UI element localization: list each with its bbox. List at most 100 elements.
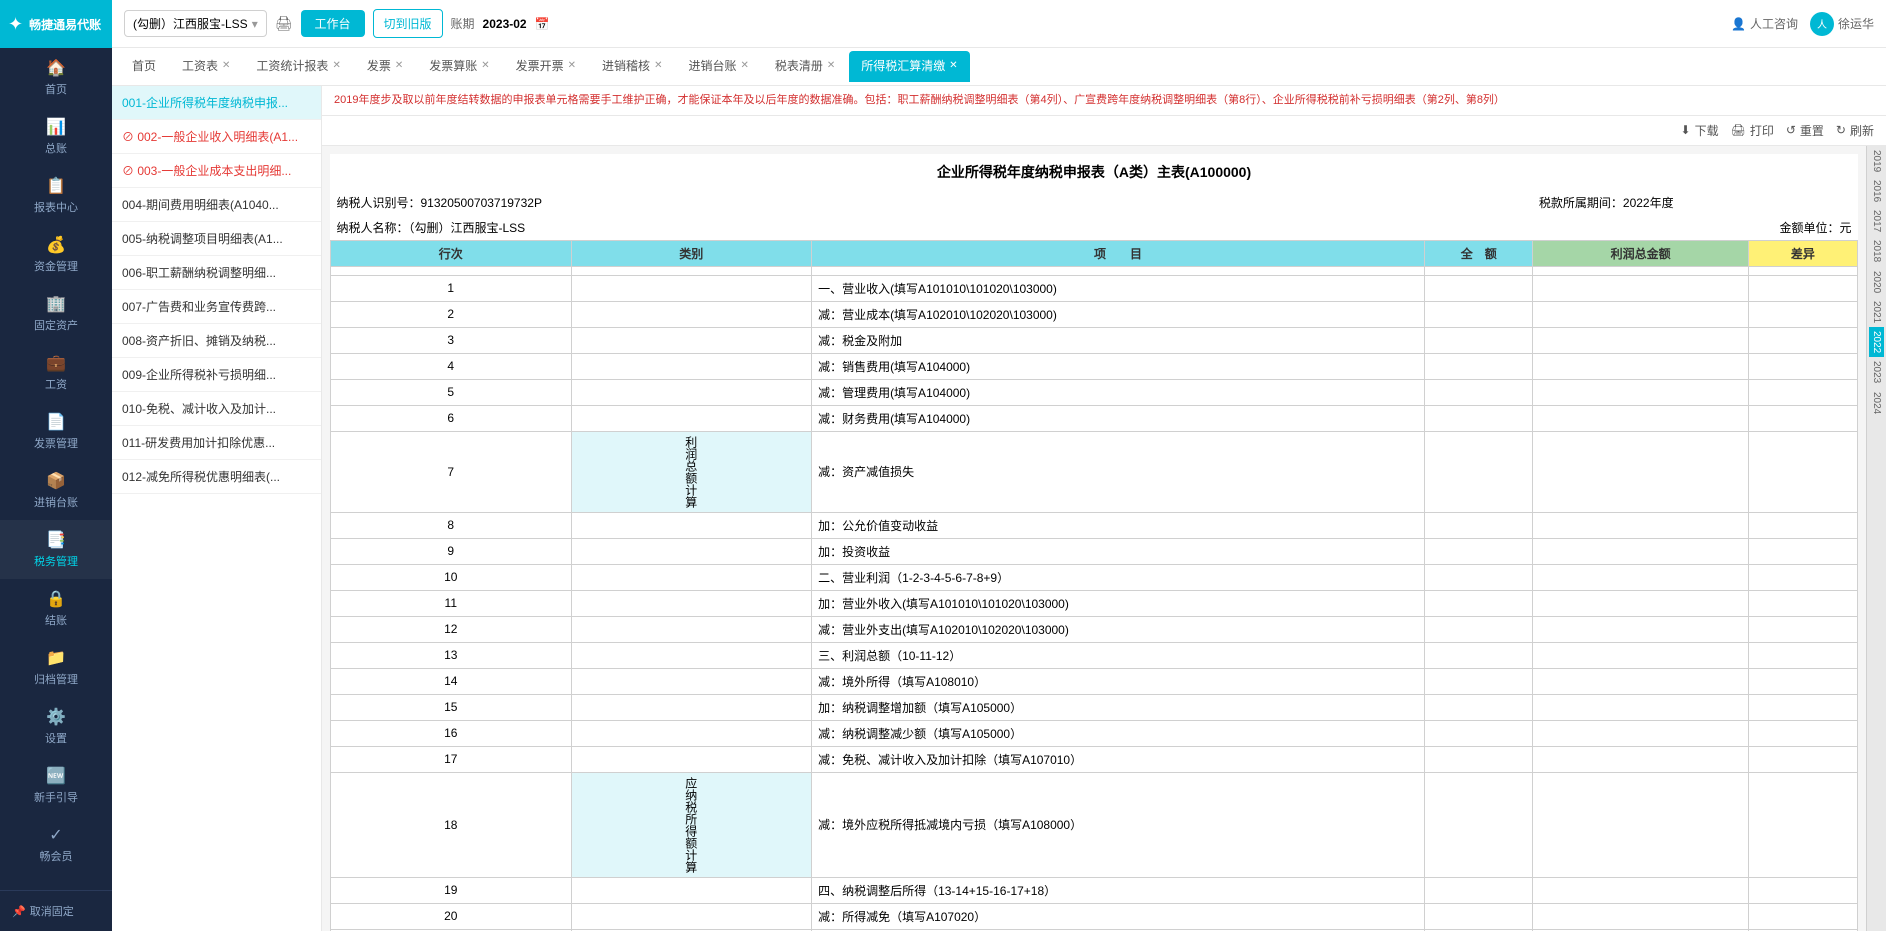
- user-service[interactable]: 👤 人工咨询: [1731, 15, 1798, 32]
- diff-5[interactable]: [1748, 379, 1857, 405]
- sidebar-item-settings[interactable]: ⚙️设置: [0, 697, 112, 756]
- tab-close-9[interactable]: ✕: [949, 60, 957, 71]
- tab-2[interactable]: 工资统计报表✕: [244, 51, 352, 82]
- tab-close-4[interactable]: ✕: [481, 60, 489, 71]
- diff-11[interactable]: [1748, 590, 1857, 616]
- profit-13[interactable]: [1533, 642, 1748, 668]
- profit-5[interactable]: [1533, 379, 1748, 405]
- left-panel-item-004[interactable]: 004-期间费用明细表(A1040...: [112, 188, 321, 222]
- amount-1[interactable]: [1424, 275, 1532, 301]
- sidebar-item-report[interactable]: 📋报表中心: [0, 166, 112, 225]
- amount-9[interactable]: [1424, 538, 1532, 564]
- amount-17[interactable]: [1424, 746, 1532, 772]
- amount-3[interactable]: [1424, 327, 1532, 353]
- profit-14[interactable]: [1533, 668, 1748, 694]
- sidebar-footer[interactable]: 📌 取消固定: [0, 890, 112, 931]
- sidebar-item-home[interactable]: 🏠首页: [0, 48, 112, 107]
- profit-4[interactable]: [1533, 353, 1748, 379]
- left-panel-item-007[interactable]: 007-广告费和业务宣传费跨...: [112, 290, 321, 324]
- year-2017[interactable]: 2017: [1869, 206, 1884, 236]
- profit-3[interactable]: [1533, 327, 1748, 353]
- diff-14[interactable]: [1748, 668, 1857, 694]
- left-panel-item-009[interactable]: 009-企业所得税补亏损明细...: [112, 358, 321, 392]
- profit-16[interactable]: [1533, 720, 1748, 746]
- diff-12[interactable]: [1748, 616, 1857, 642]
- left-panel-item-003[interactable]: ⊘ 003-一般企业成本支出明细...: [112, 154, 321, 188]
- year-2021[interactable]: 2021: [1869, 297, 1884, 327]
- sidebar-item-invoice[interactable]: 📄发票管理: [0, 402, 112, 461]
- profit-6[interactable]: [1533, 405, 1748, 431]
- tab-8[interactable]: 税表清册✕: [763, 51, 847, 82]
- diff-0[interactable]: [1748, 266, 1857, 275]
- sidebar-item-guide[interactable]: 🆕新手引导: [0, 756, 112, 815]
- left-panel-item-011[interactable]: 011-研发费用加计扣除优惠...: [112, 426, 321, 460]
- profit-9[interactable]: [1533, 538, 1748, 564]
- company-selector[interactable]: (勾删）江西服宝-LSS ▾: [124, 10, 267, 37]
- tab-0[interactable]: 首页: [120, 51, 168, 82]
- print-icon[interactable]: 🖨: [275, 15, 293, 32]
- reset-button[interactable]: ↺ 重置: [1786, 122, 1824, 139]
- download-button[interactable]: ⬇ 下载: [1681, 122, 1719, 139]
- tab-close-7[interactable]: ✕: [740, 60, 748, 71]
- pin-toggle[interactable]: 📌 取消固定: [8, 899, 104, 923]
- diff-20[interactable]: [1748, 903, 1857, 929]
- profit-15[interactable]: [1533, 694, 1748, 720]
- profit-0[interactable]: [1533, 266, 1748, 275]
- diff-10[interactable]: [1748, 564, 1857, 590]
- tab-close-8[interactable]: ✕: [827, 60, 835, 71]
- left-panel-item-012[interactable]: 012-减免所得税优惠明细表(...: [112, 460, 321, 494]
- tab-5[interactable]: 发票开票✕: [504, 51, 588, 82]
- sidebar-item-salary[interactable]: 💼工资: [0, 343, 112, 402]
- amount-7[interactable]: [1424, 431, 1532, 512]
- amount-15[interactable]: [1424, 694, 1532, 720]
- sidebar-item-asset[interactable]: 🏢固定资产: [0, 284, 112, 343]
- profit-19[interactable]: [1533, 877, 1748, 903]
- profit-17[interactable]: [1533, 746, 1748, 772]
- sidebar-item-tax[interactable]: 📑税务管理: [0, 520, 112, 579]
- sidebar-item-fund[interactable]: 💰资金管理: [0, 225, 112, 284]
- profit-11[interactable]: [1533, 590, 1748, 616]
- sidebar-item-close[interactable]: 🔒结账: [0, 579, 112, 638]
- left-panel-item-005[interactable]: 005-纳税调整项目明细表(A1...: [112, 222, 321, 256]
- profit-18[interactable]: [1533, 772, 1748, 877]
- diff-16[interactable]: [1748, 720, 1857, 746]
- tab-close-1[interactable]: ✕: [222, 60, 230, 71]
- amount-14[interactable]: [1424, 668, 1532, 694]
- diff-7[interactable]: [1748, 431, 1857, 512]
- profit-7[interactable]: [1533, 431, 1748, 512]
- tab-close-2[interactable]: ✕: [332, 60, 340, 71]
- print-button[interactable]: 🖨 打印: [1731, 122, 1774, 139]
- profit-10[interactable]: [1533, 564, 1748, 590]
- amount-0[interactable]: [1424, 266, 1532, 275]
- tab-4[interactable]: 发票算账✕: [417, 51, 501, 82]
- diff-17[interactable]: [1748, 746, 1857, 772]
- sidebar-item-member[interactable]: ✓畅会员: [0, 815, 112, 874]
- amount-18[interactable]: [1424, 772, 1532, 877]
- year-2020[interactable]: 2020: [1869, 267, 1884, 297]
- amount-5[interactable]: [1424, 379, 1532, 405]
- tab-7[interactable]: 进销台账✕: [676, 51, 760, 82]
- amount-11[interactable]: [1424, 590, 1532, 616]
- tab-6[interactable]: 进销稽核✕: [590, 51, 674, 82]
- diff-3[interactable]: [1748, 327, 1857, 353]
- year-2023[interactable]: 2023: [1869, 357, 1884, 387]
- profit-12[interactable]: [1533, 616, 1748, 642]
- tab-close-6[interactable]: ✕: [654, 60, 662, 71]
- sidebar-item-ledger[interactable]: 📊总账: [0, 107, 112, 166]
- tab-9[interactable]: 所得税汇算清缴✕: [849, 51, 969, 82]
- profit-2[interactable]: [1533, 301, 1748, 327]
- refresh-button[interactable]: ↻ 刷新: [1836, 122, 1874, 139]
- left-panel-item-002[interactable]: ⊘ 002-一般企业收入明细表(A1...: [112, 120, 321, 154]
- amount-4[interactable]: [1424, 353, 1532, 379]
- diff-19[interactable]: [1748, 877, 1857, 903]
- amount-8[interactable]: [1424, 512, 1532, 538]
- tab-3[interactable]: 发票✕: [355, 51, 415, 82]
- old-version-button[interactable]: 切到旧版: [373, 9, 443, 38]
- tab-close-3[interactable]: ✕: [395, 60, 403, 71]
- amount-20[interactable]: [1424, 903, 1532, 929]
- amount-12[interactable]: [1424, 616, 1532, 642]
- diff-8[interactable]: [1748, 512, 1857, 538]
- profit-8[interactable]: [1533, 512, 1748, 538]
- diff-13[interactable]: [1748, 642, 1857, 668]
- sidebar-item-archive[interactable]: 📁归档管理: [0, 638, 112, 697]
